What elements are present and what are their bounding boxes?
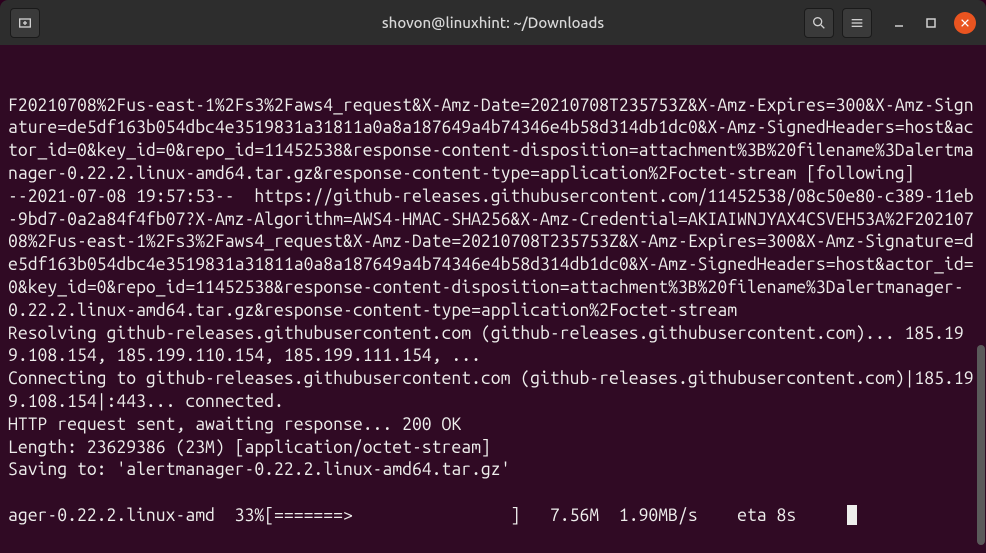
search-button[interactable] (804, 8, 834, 38)
terminal-line: Length: 23629386 (23M) [application/octe… (8, 438, 491, 457)
terminal-content: F20210708%2Fus-east-1%2Fs3%2Faws4_reques… (8, 95, 978, 528)
cursor (847, 505, 857, 525)
terminal-line: HTTP request sent, awaiting response... … (8, 415, 461, 434)
scrollbar[interactable] (976, 45, 986, 553)
new-tab-icon (17, 15, 33, 31)
close-button[interactable] (954, 12, 976, 34)
terminal-line: Resolving github-releases.githubusercont… (8, 324, 964, 366)
maximize-button[interactable] (922, 14, 940, 32)
titlebar-right (804, 8, 976, 38)
menu-button[interactable] (842, 8, 872, 38)
terminal-line: Connecting to github-releases.githubuser… (8, 369, 974, 411)
minimize-icon (893, 17, 905, 29)
window-title: shovon@linuxhint: ~/Downloads (382, 14, 604, 31)
terminal-line: --2021-07-08 19:57:53-- https://github-r… (8, 187, 974, 320)
terminal-line: ager-0.22.2.linux-amd 33%[=======> ] 7.5… (8, 506, 845, 525)
terminal-line: Saving to: 'alertmanager-0.22.2.linux-am… (8, 460, 510, 479)
search-icon (811, 15, 827, 31)
terminal[interactable]: F20210708%2Fus-east-1%2Fs3%2Faws4_reques… (0, 45, 986, 553)
scrollbar-thumb[interactable] (977, 345, 985, 545)
minimize-button[interactable] (890, 14, 908, 32)
new-tab-button[interactable] (10, 8, 40, 38)
window-controls (890, 12, 976, 34)
terminal-line: F20210708%2Fus-east-1%2Fs3%2Faws4_reques… (8, 96, 974, 183)
maximize-icon (925, 17, 937, 29)
hamburger-icon (849, 15, 865, 31)
titlebar: shovon@linuxhint: ~/Downloads (0, 0, 986, 45)
close-icon (960, 18, 970, 28)
